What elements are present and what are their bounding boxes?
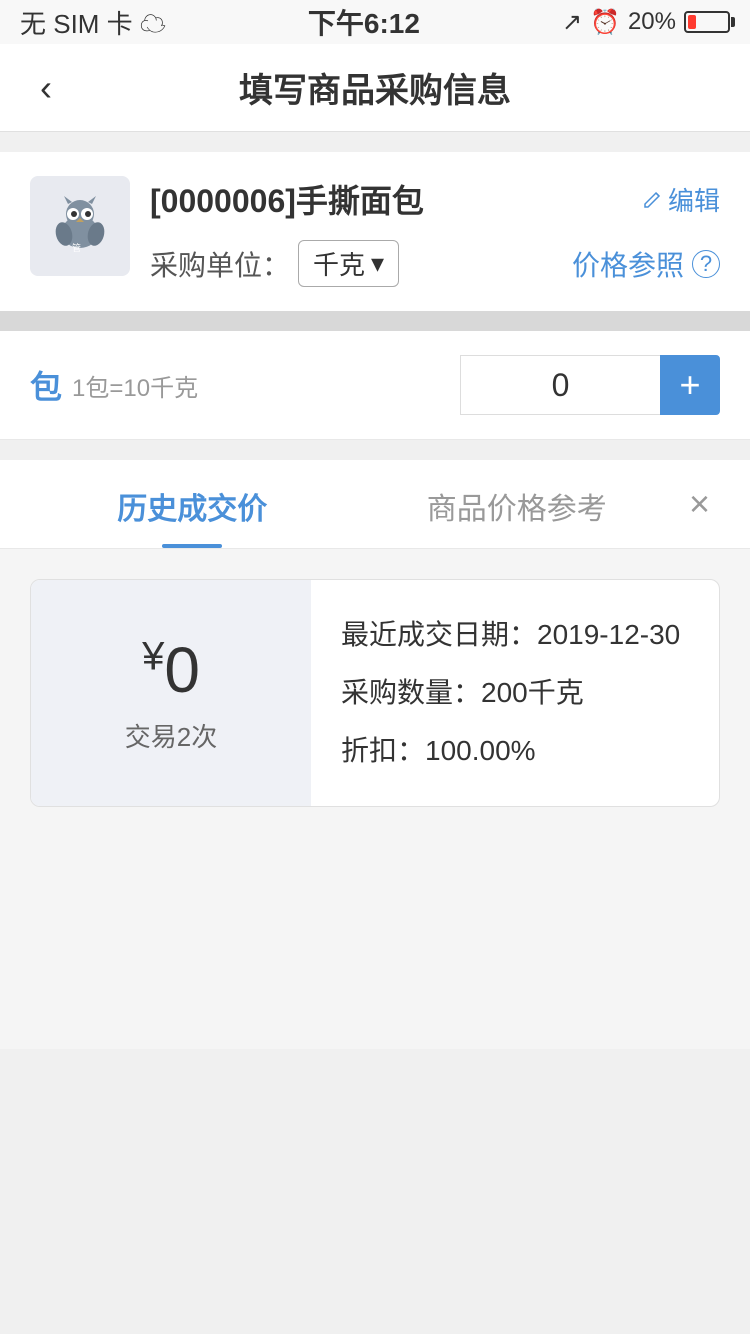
network-status: 无 SIM 卡 ☁ [20,4,166,41]
recent-date-value: 2019-12-30 [537,619,680,650]
status-bar: 无 SIM 卡 ☁ 下午6:12 ↗ ⏰ 20% [0,0,750,44]
package-unit: 包 1包=10千克 [30,362,198,408]
trade-count: 交易2次 [125,717,217,754]
section-divider [0,311,750,331]
battery-indicator [684,11,730,33]
product-thumbnail: 管 [30,176,130,276]
package-icon: 包 [30,362,62,408]
product-info: [0000006]手撕面包 编辑 采购单位： 千克 ▾ [150,176,720,287]
quantity-input[interactable] [460,355,660,415]
location-icon: ↗ [562,8,582,37]
status-left: 无 SIM 卡 ☁ [20,4,166,41]
battery-percent: 20% [628,8,676,36]
price-card: ¥0 交易2次 最近成交日期：2019-12-30 采购数量：200千克 折扣：… [30,579,720,807]
edit-icon [642,188,664,210]
unit-select[interactable]: 千克 ▾ [298,240,399,287]
price-ref-button[interactable]: 价格参照 ? [572,244,720,284]
recent-date-label: 最近成交日期： [341,619,537,650]
alarm-icon: ⏰ [590,8,620,37]
page-title: 填写商品采购信息 [239,63,511,112]
product-name: [0000006]手撕面包 [150,176,424,222]
tab-history-price[interactable]: 历史成交价 [30,460,354,548]
quantity-detail-value: 200千克 [481,677,584,708]
price-ref-help-icon: ? [692,250,720,278]
price-display: ¥0 [142,633,200,707]
quantity-plus-button[interactable]: + [660,355,720,415]
unit-label: 采购单位： 千克 ▾ [150,240,399,287]
conversion-label: 1包=10千克 [72,368,198,403]
edit-button[interactable]: 编辑 [642,181,720,218]
tab-bar: 历史成交价 商品价格参考 × [0,460,750,549]
status-time: 下午6:12 [308,2,420,42]
currency-symbol: ¥ [142,634,164,678]
quantity-row: 包 1包=10千克 + [0,331,750,440]
recent-date-row: 最近成交日期：2019-12-30 [341,614,689,656]
battery-fill [688,15,696,29]
quantity-control: + [460,355,720,415]
nav-bar: ‹ 填写商品采购信息 [0,44,750,132]
tab-close-button[interactable]: × [679,473,720,535]
discount-value: 100.00% [425,735,536,766]
back-button[interactable]: ‹ [30,57,62,119]
price-right-panel: 最近成交日期：2019-12-30 采购数量：200千克 折扣：100.00% [311,580,719,806]
discount-row: 折扣：100.00% [341,730,689,772]
quantity-row-detail: 采购数量：200千克 [341,672,689,714]
content-area: ¥0 交易2次 最近成交日期：2019-12-30 采购数量：200千克 折扣：… [0,549,750,1049]
price-amount: 0 [164,634,200,706]
product-image: 管 [50,196,110,256]
quantity-detail-label: 采购数量： [341,677,481,708]
status-right: ↗ ⏰ 20% [562,8,730,37]
discount-label: 折扣： [341,735,425,766]
unit-row: 采购单位： 千克 ▾ 价格参照 ? [150,240,720,287]
product-title-row: [0000006]手撕面包 编辑 [150,176,720,222]
product-card: 管 [0000006]手撕面包 编辑 采购单位： 千克 [0,152,750,311]
svg-text:管: 管 [72,242,81,253]
product-header: 管 [0000006]手撕面包 编辑 采购单位： 千克 [30,176,720,287]
price-left-panel: ¥0 交易2次 [31,580,311,806]
tab-price-reference[interactable]: 商品价格参考 [354,460,678,548]
